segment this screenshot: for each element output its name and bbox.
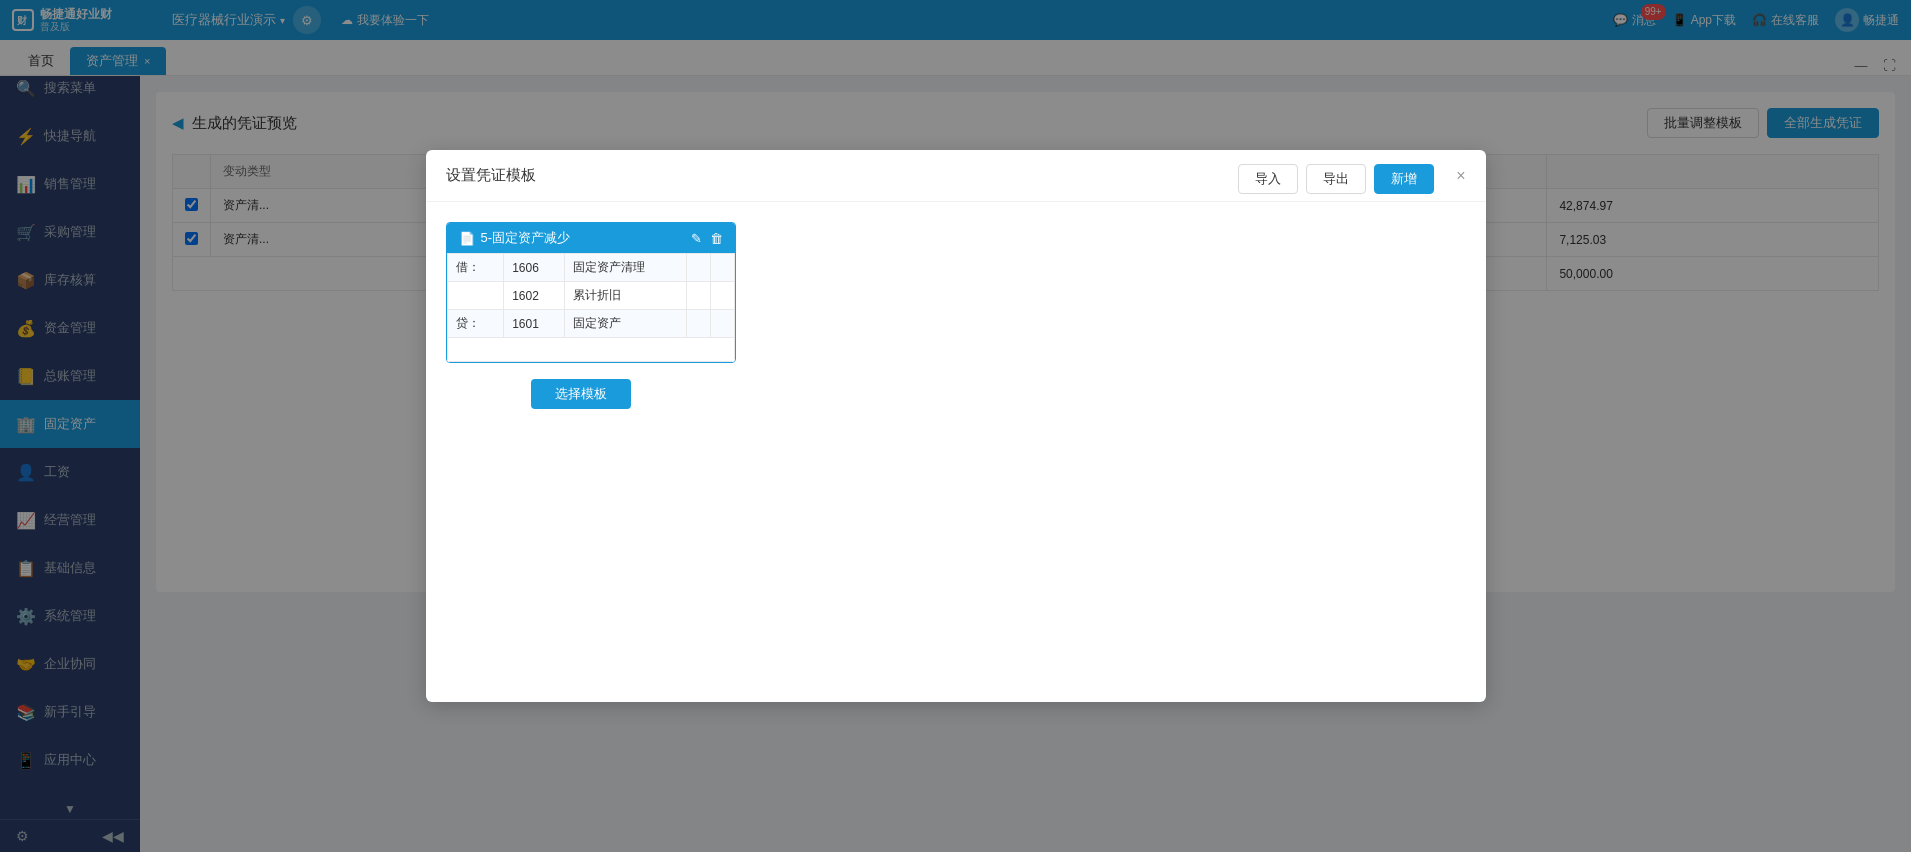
entry-direction: 借： [447,254,504,282]
modal-overlay: 设置凭证模板 导入 导出 新增 × 📄 5-固定资产减少 ✎ 🗑 [0,0,1911,852]
entry-account: 固定资产 [564,310,687,338]
dialog-close-icon[interactable]: × [1456,167,1465,185]
list-item: 1602 累计折旧 [447,282,734,310]
list-item [447,338,734,362]
entry-amount [687,282,710,310]
entry-direction: 贷： [447,310,504,338]
list-item: 借： 1606 固定资产清理 [447,254,734,282]
entry-direction [447,282,504,310]
empty-row [447,338,734,362]
entry-code: 1606 [504,254,564,282]
template-doc-icon: 📄 [459,231,475,246]
import-button[interactable]: 导入 [1238,164,1298,194]
entry-account: 累计折旧 [564,282,687,310]
dialog: 设置凭证模板 导入 导出 新增 × 📄 5-固定资产减少 ✎ 🗑 [426,150,1486,702]
entry-code: 1601 [504,310,564,338]
dialog-toolbar: 导入 导出 新增 [1238,164,1434,194]
select-template-button[interactable]: 选择模板 [531,379,631,409]
entry-code: 1602 [504,282,564,310]
template-name: 5-固定资产减少 [481,229,571,247]
new-button[interactable]: 新增 [1374,164,1434,194]
template-header-left: 📄 5-固定资产减少 [459,229,571,247]
template-card: 📄 5-固定资产减少 ✎ 🗑 借： 1606 固定资产清理 [446,222,736,363]
template-delete-icon[interactable]: 🗑 [710,231,723,246]
entry-extra [710,282,734,310]
entry-extra [710,254,734,282]
dialog-body: 📄 5-固定资产减少 ✎ 🗑 借： 1606 固定资产清理 [426,202,1486,702]
export-button[interactable]: 导出 [1306,164,1366,194]
entry-amount [687,254,710,282]
entry-amount [687,310,710,338]
dialog-title: 设置凭证模板 [446,166,536,185]
template-actions: ✎ 🗑 [691,231,723,246]
template-edit-icon[interactable]: ✎ [691,231,702,246]
dialog-header: 设置凭证模板 导入 导出 新增 × [426,150,1486,202]
entry-extra [710,310,734,338]
entry-account: 固定资产清理 [564,254,687,282]
template-card-header: 📄 5-固定资产减少 ✎ 🗑 [447,223,735,253]
list-item: 贷： 1601 固定资产 [447,310,734,338]
template-table: 借： 1606 固定资产清理 1602 累计折旧 [447,253,735,362]
